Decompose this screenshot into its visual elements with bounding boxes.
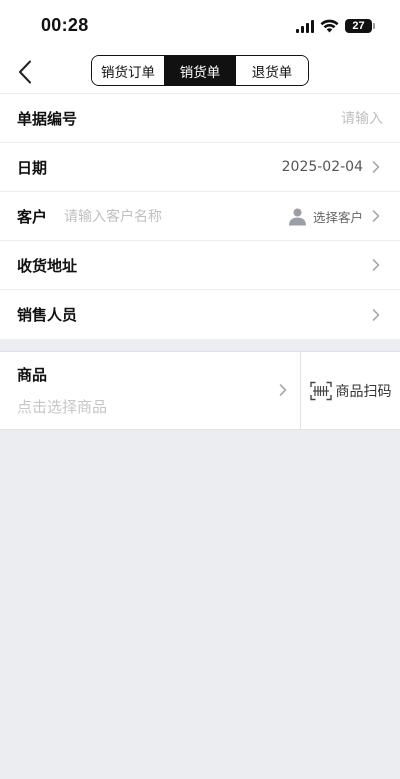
address-row[interactable]: 收货地址 (0, 241, 400, 290)
chevron-right-icon (372, 161, 380, 173)
chevron-right-icon (372, 259, 380, 271)
date-row[interactable]: 日期 2025-02-04 (0, 143, 400, 192)
address-label: 收货地址 (17, 256, 78, 275)
date-value: 2025-02-04 (281, 159, 363, 175)
back-button[interactable] (10, 57, 40, 87)
goods-placeholder: 点击选择商品 (17, 398, 108, 416)
chevron-right-icon (372, 308, 380, 321)
chevron-left-icon (19, 60, 31, 84)
doc-type-segmented-control: 销货订单 销货单 退货单 (91, 55, 309, 86)
wifi-icon (320, 19, 339, 33)
header: 00:28 27 销货订单 销货单 退货单 (0, 0, 400, 94)
chevron-right-icon (372, 210, 380, 222)
doc-no-input[interactable]: 请输入 (341, 108, 383, 128)
customer-label: 客户 (17, 207, 48, 226)
segment-return-order[interactable]: 退货单 (236, 56, 308, 85)
segment-sales-invoice[interactable]: 销货单 (164, 56, 236, 85)
segment-sales-order[interactable]: 销货订单 (92, 56, 164, 85)
scan-goods-button[interactable]: 商品扫码 (300, 352, 400, 429)
doc-no-row[interactable]: 单据编号 请输入 (0, 94, 400, 143)
chevron-right-icon (279, 384, 287, 396)
customer-row: 客户 请输入客户名称 选择客户 (0, 192, 400, 241)
status-icons: 27 (296, 17, 375, 35)
select-customer-button[interactable]: 选择客户 (288, 207, 383, 226)
person-icon (288, 208, 306, 225)
battery-icon: 27 (345, 19, 375, 33)
goods-title: 商品 (17, 366, 48, 384)
customer-search-input[interactable]: 请输入客户名称 (64, 206, 288, 226)
battery-level-text: 27 (352, 20, 365, 32)
salesperson-row[interactable]: 销售人员 (0, 290, 400, 339)
select-goods-area[interactable]: 商品 点击选择商品 (0, 352, 300, 429)
scan-goods-label: 商品扫码 (335, 383, 392, 400)
select-customer-label: 选择客户 (312, 209, 363, 225)
order-form: 单据编号 请输入 日期 2025-02-04 客户 请输入客户名称 选择客户 收… (0, 94, 400, 339)
status-bar: 00:28 27 (0, 0, 400, 50)
barcode-scan-icon (309, 381, 332, 400)
salesperson-label: 销售人员 (17, 306, 78, 324)
doc-no-label: 单据编号 (17, 109, 78, 128)
goods-section: 商品 点击选择商品 商品扫码 (0, 351, 400, 430)
nav-bar: 销货订单 销货单 退货单 (0, 50, 400, 94)
cellular-signal-icon (296, 19, 314, 33)
date-label: 日期 (17, 158, 48, 177)
status-time: 00:28 (41, 15, 89, 35)
section-divider (0, 339, 400, 351)
